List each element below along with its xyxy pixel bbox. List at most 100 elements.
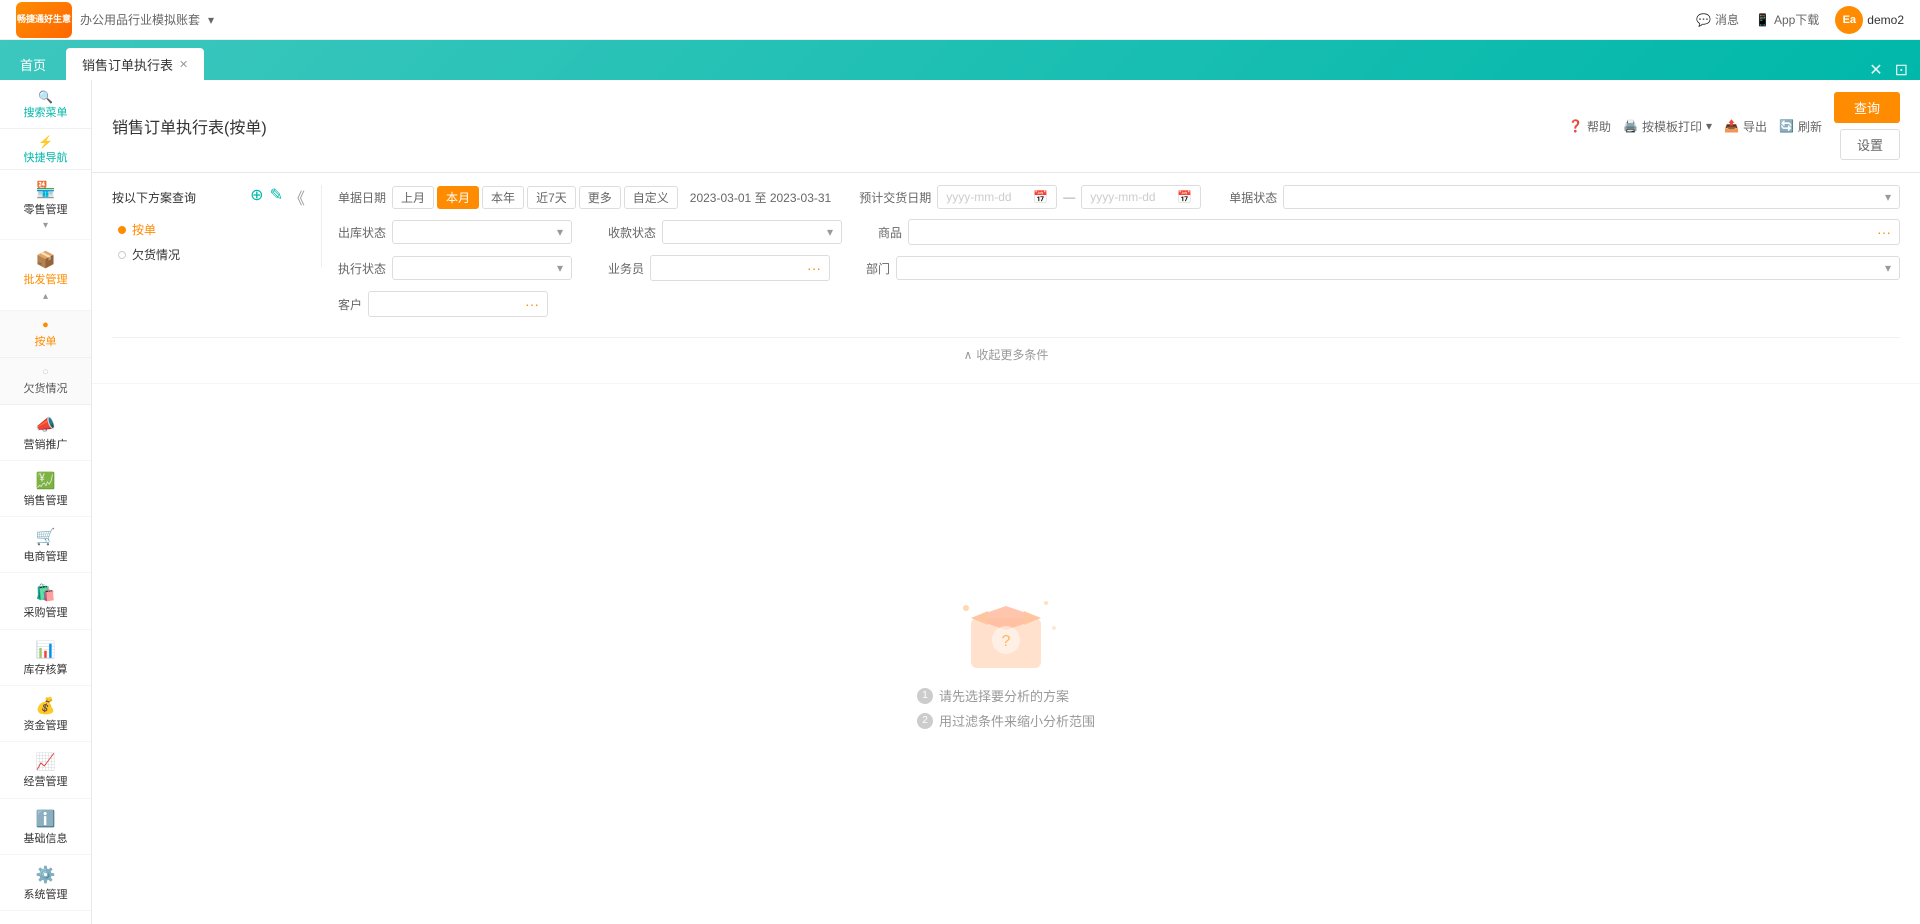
print-dropdown-icon: ▾ [1706,119,1712,133]
header-dropdown-btn[interactable]: ▾ [208,13,214,27]
salesperson-select[interactable]: ··· [650,255,830,281]
username-label: demo2 [1867,13,1904,27]
sidebar-item-finance[interactable]: 💰 资金管理 [0,686,91,742]
scheme-order-label: 按单 [132,221,156,238]
customer-label: 客户 [338,296,362,313]
setting-btn[interactable]: 设置 [1840,129,1900,160]
main-layout: 🔍 搜索菜单 ⚡ 快捷导航 🏪 零售管理 ▾ 📦 批发管理 ▴ ● 按单 ○ [0,80,1920,924]
export-label: 导出 [1743,118,1767,135]
salesperson-group: 业务员 ··· [608,255,830,281]
customer-select[interactable]: ··· [368,291,548,317]
sidebar-item-system[interactable]: ⚙️ 系统管理 [0,855,91,911]
help-btn[interactable]: ❓ 帮助 [1568,118,1611,135]
scheme-collapse-icon[interactable]: 《 [289,185,305,209]
window-close-btn[interactable]: ✕ [1869,60,1882,80]
wholesale-sub-menu: ● 按单 ○ 欠货情况 [0,311,91,405]
sidebar-sub-debt[interactable]: ○ 欠货情况 [0,358,91,405]
sidebar-item-ecommerce[interactable]: 🛒 电商管理 [0,517,91,573]
scheme-item-order[interactable]: 按单 [112,217,305,242]
user-profile[interactable]: Ea demo2 [1835,6,1904,34]
date-filter-group: 单据日期 上月 本月 本年 近7天 更多 自定义 [338,186,678,209]
operations-icon: 📈 [36,752,56,772]
sidebar-item-sales-mgmt[interactable]: 💹 销售管理 [0,461,91,517]
date-btn-7days[interactable]: 近7天 [527,186,576,209]
filter-row-3: 执行状态 ▾ 业务员 ··· [338,255,1900,281]
date-btn-custom[interactable]: 自定义 [624,186,678,209]
sidebar-item-inventory[interactable]: 📊 库存核算 [0,630,91,686]
calendar-icon: 📅 [1033,190,1048,204]
help-icon: ❓ [1568,119,1583,133]
goods-group: 商品 ··· [878,219,1900,245]
tab-home[interactable]: 首页 [4,48,62,80]
sidebar-item-wholesale[interactable]: 📦 批发管理 ▴ [0,240,91,310]
tab-actions: ✕ ⊡ [1869,60,1920,80]
app-download-label: App下载 [1774,11,1819,28]
customer-dots[interactable]: ··· [525,296,539,312]
expected-date-from[interactable]: yyyy-mm-dd 📅 [937,185,1057,209]
sidebar-quick-nav[interactable]: ⚡ 快捷导航 [0,129,91,170]
debt-label: 欠货情况 [24,380,68,396]
collapse-chevron-icon: ∧ [964,348,973,362]
scheme-edit-icon[interactable]: ✎ [270,185,283,209]
search-icon: 🔍 [38,90,53,104]
payment-status-group: 收款状态 ▾ [608,220,842,244]
data-area: ? 1 请先选择要分析的方案 2 用过滤条件来缩小分析范围 [92,384,1920,924]
sidebar-item-operations[interactable]: 📈 经营管理 [0,742,91,798]
empty-svg: ? [946,578,1066,678]
date-btn-this-year[interactable]: 本年 [482,186,524,209]
goods-select[interactable]: ··· [908,219,1900,245]
payment-status-label: 收款状态 [608,224,656,241]
expected-date-to[interactable]: yyyy-mm-dd 📅 [1081,185,1201,209]
sidebar-item-marketing[interactable]: 📣 营销推广 [0,405,91,461]
collapse-bar[interactable]: ∧ 收起更多条件 [112,337,1900,371]
date-btn-last-month[interactable]: 上月 [392,186,434,209]
date-btn-more[interactable]: 更多 [579,186,621,209]
expected-date-from-placeholder: yyyy-mm-dd [946,190,1011,204]
content-area: 销售订单执行表(按单) ❓ 帮助 🖨️ 按模板打印 ▾ 📤 导出 🔄 刷新 [92,80,1920,924]
sidebar-item-retail[interactable]: 🏪 零售管理 ▾ [0,170,91,240]
app-download-btn[interactable]: 📱 App下载 [1755,11,1819,28]
query-btn[interactable]: 查询 [1834,92,1900,123]
date-btn-this-month[interactable]: 本月 [437,186,479,209]
empty-tips: 1 请先选择要分析的方案 2 用过滤条件来缩小分析范围 [917,686,1095,730]
date-range-sep: — [1063,190,1075,204]
sidebar-search[interactable]: 🔍 搜索菜单 [0,80,91,129]
goods-dots[interactable]: ··· [1877,224,1891,240]
delivery-status-select[interactable]: ▾ [392,220,572,244]
sidebar-nav-label: 快捷导航 [0,149,91,165]
tab-close-icon[interactable]: ✕ [179,58,188,71]
exec-status-label: 执行状态 [338,260,386,277]
top-header: 畅捷通好生意 办公用品行业模拟账套 ▾ 💬 消息 📱 App下载 Ea demo… [0,0,1920,40]
sidebar-item-basic[interactable]: ℹ️ 基础信息 [0,799,91,855]
window-expand-btn[interactable]: ⊡ [1895,60,1908,80]
empty-illustration: ? [946,578,1066,678]
order-status-select[interactable]: ▾ [1283,185,1900,209]
exec-chevron: ▾ [557,261,563,275]
app-download-icon: 📱 [1755,13,1770,27]
date-quick-btns: 上月 本月 本年 近7天 更多 自定义 [392,186,678,209]
tab-sales-order[interactable]: 销售订单执行表 ✕ [66,48,204,80]
payment-status-select[interactable]: ▾ [662,220,842,244]
basic-label: 基础信息 [24,832,68,846]
wholesale-icon: 📦 [36,250,56,270]
message-btn[interactable]: 💬 消息 [1696,11,1739,28]
finance-icon: 💰 [36,696,56,716]
filter-row-2: 出库状态 ▾ 收款状态 ▾ [338,219,1900,245]
scheme-header: 按以下方案查询 ⊕ ✎ 《 [112,185,305,209]
sidebar-item-purchase[interactable]: 🛍️ 采购管理 [0,573,91,629]
scheme-add-icon[interactable]: ⊕ [250,185,263,209]
scheme-header-actions: ⊕ ✎ 《 [250,185,305,209]
export-btn[interactable]: 📤 导出 [1724,118,1767,135]
delivery-chevron: ▾ [557,225,563,239]
template-print-btn[interactable]: 🖨️ 按模板打印 ▾ [1623,118,1712,135]
salesperson-dots[interactable]: ··· [807,260,821,276]
order-dot-icon: ● [42,319,49,331]
refresh-btn[interactable]: 🔄 刷新 [1779,118,1822,135]
sidebar-item-enterprise[interactable]: 🤝 企业协同 [0,911,91,924]
tip-2-text: 用过滤条件来缩小分析范围 [939,711,1095,730]
exec-status-select[interactable]: ▾ [392,256,572,280]
department-select[interactable]: ▾ [896,256,1900,280]
scheme-item-debt[interactable]: 欠货情况 [112,242,305,267]
refresh-label: 刷新 [1798,118,1822,135]
sidebar-sub-order[interactable]: ● 按单 [0,311,91,358]
